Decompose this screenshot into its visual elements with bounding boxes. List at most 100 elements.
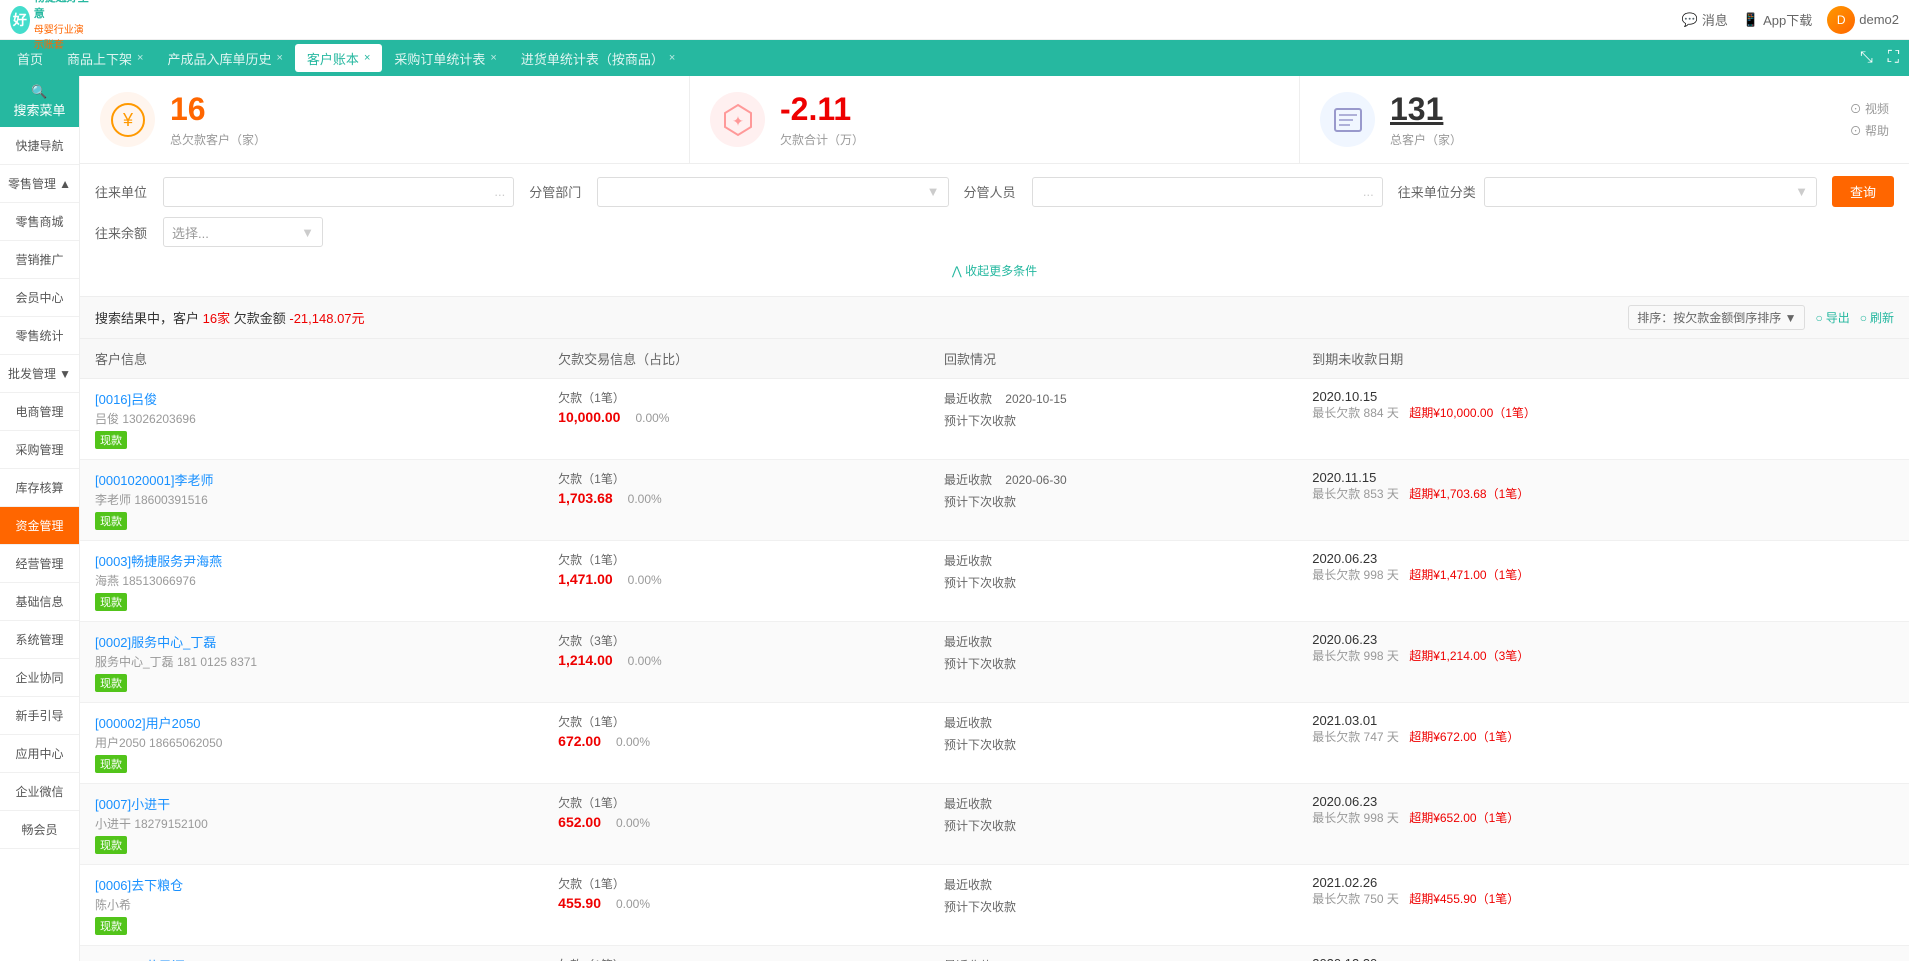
tab-purchase-order-stats[interactable]: 采购订单统计表 × <box>382 44 508 72</box>
customer-contact: 用户2050 18665062050 <box>95 734 528 751</box>
sidebar-item-system[interactable]: 系统管理 <box>0 621 79 659</box>
customer-name[interactable]: [000002]用户2050 <box>95 713 528 732</box>
sidebar-item-marketing[interactable]: 营销推广 <box>0 241 79 279</box>
sort-select[interactable]: 排序：按欠款金额倒序排序 ▼ <box>1628 305 1805 330</box>
close-icon[interactable]: × <box>276 52 282 64</box>
sidebar-item-retail-mall[interactable]: 零售商城 <box>0 203 79 241</box>
sidebar-item-guide[interactable]: 新手引导 <box>0 697 79 735</box>
debt-amount[interactable]: 1,471.00 <box>558 571 613 587</box>
search-button[interactable]: 查询 <box>1832 176 1894 207</box>
sidebar-item-wechat[interactable]: 企业微信 <box>0 773 79 811</box>
collection-cell: 最近收款 预计下次收款 <box>929 865 1297 946</box>
close-icon[interactable]: × <box>490 52 496 64</box>
from-unit-input[interactable]: ... <box>163 177 514 207</box>
tab-expand-btn[interactable]: ⛶ <box>1883 49 1904 67</box>
sidebar-item-quick-nav[interactable]: 快捷导航 <box>0 127 79 165</box>
sidebar-item-wholesale[interactable]: 批发管理 ▼ <box>0 355 79 393</box>
overdue-link[interactable]: 超期¥1,471.00（1笔） <box>1409 568 1529 582</box>
sidebar-item-apps[interactable]: 应用中心 <box>0 735 79 773</box>
overdue-days: 最长欠款 747 天 <box>1312 730 1405 744</box>
due-date-cell: 2020.06.23 最长欠款 998 天 超期¥1,471.00（1笔） <box>1297 541 1909 622</box>
export-btn[interactable]: ○ 导出 <box>1815 309 1849 326</box>
table-row: [0001020001]李老师 李老师 18600391516 现款 欠款（1笔… <box>80 460 1909 541</box>
filter-from-unit: 往来单位 ... <box>95 177 514 207</box>
debt-percent: 0.00% <box>616 897 650 911</box>
customer-name[interactable]: [0001020001]李老师 <box>95 470 528 489</box>
close-icon[interactable]: × <box>364 52 370 64</box>
refresh-btn[interactable]: ○ 刷新 <box>1860 309 1894 326</box>
total-customers-icon <box>1320 92 1375 147</box>
debt-amount[interactable]: 672.00 <box>558 733 601 749</box>
due-date: 2020.06.23 <box>1312 632 1894 647</box>
sidebar-item-member[interactable]: 会员中心 <box>0 279 79 317</box>
chevron-down-icon: ▲ <box>59 177 71 191</box>
stat-debt-amount-info: -2.11 欠款合计（万） <box>780 91 864 148</box>
debt-label: 欠款（1笔） <box>558 551 625 568</box>
sidebar-item-inventory[interactable]: 库存核算 <box>0 469 79 507</box>
tab-restore-btn[interactable]: ⤡ <box>1855 49 1878 67</box>
customer-info-cell: [0007]小进干 小进干 18279152100 现款 <box>80 784 543 865</box>
app-download-btn[interactable]: 📱 App下载 <box>1743 10 1812 29</box>
store-switch[interactable]: 母婴行业演示账套 <box>34 21 90 51</box>
collapse-filters-btn[interactable]: ⋀ 收起更多条件 <box>95 257 1894 284</box>
debt-info-cell: 欠款（1笔） 455.90 0.00% <box>543 865 929 946</box>
sidebar-item-ecommerce[interactable]: 电商管理 <box>0 393 79 431</box>
dept-select[interactable]: ▼ <box>597 177 948 207</box>
sidebar-search[interactable]: 🔍 搜索菜单 <box>0 76 79 127</box>
overdue-link[interactable]: 超期¥1,214.00（3笔） <box>1409 649 1529 663</box>
debt-amount[interactable]: 1,703.68 <box>558 490 613 506</box>
overdue-link[interactable]: 超期¥652.00（1笔） <box>1409 811 1519 825</box>
filter-row-2: 往来余额 选择... ▼ <box>95 217 1894 247</box>
refresh-icon: ○ <box>1860 311 1867 325</box>
avatar: D <box>1827 6 1855 34</box>
sidebar-item-operation[interactable]: 经营管理 <box>0 545 79 583</box>
tab-customer-ledger[interactable]: 客户账本 × <box>295 44 382 72</box>
tab-stock-history[interactable]: 产成品入库单历史 × <box>155 44 294 72</box>
debt-info-cell: 欠款（1笔） 652.00 0.00% <box>543 784 929 865</box>
debt-amount[interactable]: 1,214.00 <box>558 652 613 668</box>
view-btn[interactable]: ⊙ 视频 <box>1850 100 1889 117</box>
overdue-link[interactable]: 超期¥1,703.68（1笔） <box>1409 487 1529 501</box>
balance-select[interactable]: 选择... ▼ <box>163 217 323 247</box>
message-btn[interactable]: 💬 消息 <box>1682 10 1728 29</box>
sidebar-item-retail-stats[interactable]: 零售统计 <box>0 317 79 355</box>
overdue-link[interactable]: 超期¥455.90（1笔） <box>1409 892 1519 906</box>
collection-cell: 最近收款 预计下次收款 <box>929 541 1297 622</box>
total-customers-value[interactable]: 131 <box>1390 91 1462 128</box>
customer-name[interactable]: [0006]去下粮仓 <box>95 875 528 894</box>
customer-name[interactable]: [0002]服务中心_丁磊 <box>95 632 528 651</box>
user-menu[interactable]: D demo2 <box>1827 6 1899 34</box>
sidebar-item-finance[interactable]: 资金管理 <box>0 507 79 545</box>
result-actions: 排序：按欠款金额倒序排序 ▼ ○ 导出 ○ 刷新 <box>1628 305 1894 330</box>
help-btn[interactable]: ⊙ 帮助 <box>1850 122 1889 139</box>
customer-name[interactable]: [0007]小进干 <box>95 794 528 813</box>
tab-purchase-stats-by-product[interactable]: 进货单统计表（按商品） × <box>509 44 687 72</box>
sidebar-item-retail-mgmt[interactable]: 零售管理 ▲ <box>0 165 79 203</box>
debt-label: 欠款（1笔） <box>558 713 625 730</box>
customer-contact: 海燕 18513066976 <box>95 572 528 589</box>
data-table: 客户信息 欠款交易信息（占比） 回款情况 到期未收款日期 [0016]吕俊 吕俊… <box>80 339 1909 961</box>
overdue-link[interactable]: 超期¥10,000.00（1笔） <box>1409 406 1536 420</box>
close-icon[interactable]: × <box>137 52 143 64</box>
sidebar-item-enterprise[interactable]: 企业协同 <box>0 659 79 697</box>
sidebar-item-vip[interactable]: 畅会员 <box>0 811 79 849</box>
customer-name[interactable]: [0016]吕俊 <box>95 389 528 408</box>
svg-text:✦: ✦ <box>732 113 744 129</box>
customer-info-cell: [0016]吕俊 吕俊 13026203696 现款 <box>80 379 543 460</box>
result-debt-amount: -21,148.07元 <box>289 311 364 326</box>
debt-amount[interactable]: 10,000.00 <box>558 409 620 425</box>
sidebar-item-purchase[interactable]: 采购管理 <box>0 431 79 469</box>
person-input[interactable]: ... <box>1032 177 1383 207</box>
debt-amount[interactable]: 455.90 <box>558 895 601 911</box>
next-collection: 预计下次收款 <box>944 816 1282 838</box>
due-date-cell: 2020.11.15 最长欠款 853 天 超期¥1,703.68（1笔） <box>1297 460 1909 541</box>
close-icon[interactable]: × <box>669 52 675 64</box>
debt-label: 欠款（1笔） <box>558 389 625 406</box>
customer-name[interactable]: [0003]畅捷服务尹海燕 <box>95 551 528 570</box>
customer-name[interactable]: [000001]黄思源 <box>95 956 528 961</box>
debt-amount-icon: ✦ <box>710 92 765 147</box>
overdue-link[interactable]: 超期¥672.00（1笔） <box>1409 730 1519 744</box>
sidebar-item-basic-info[interactable]: 基础信息 <box>0 583 79 621</box>
debt-amount[interactable]: 652.00 <box>558 814 601 830</box>
unit-category-select[interactable]: ▼ <box>1484 177 1817 207</box>
